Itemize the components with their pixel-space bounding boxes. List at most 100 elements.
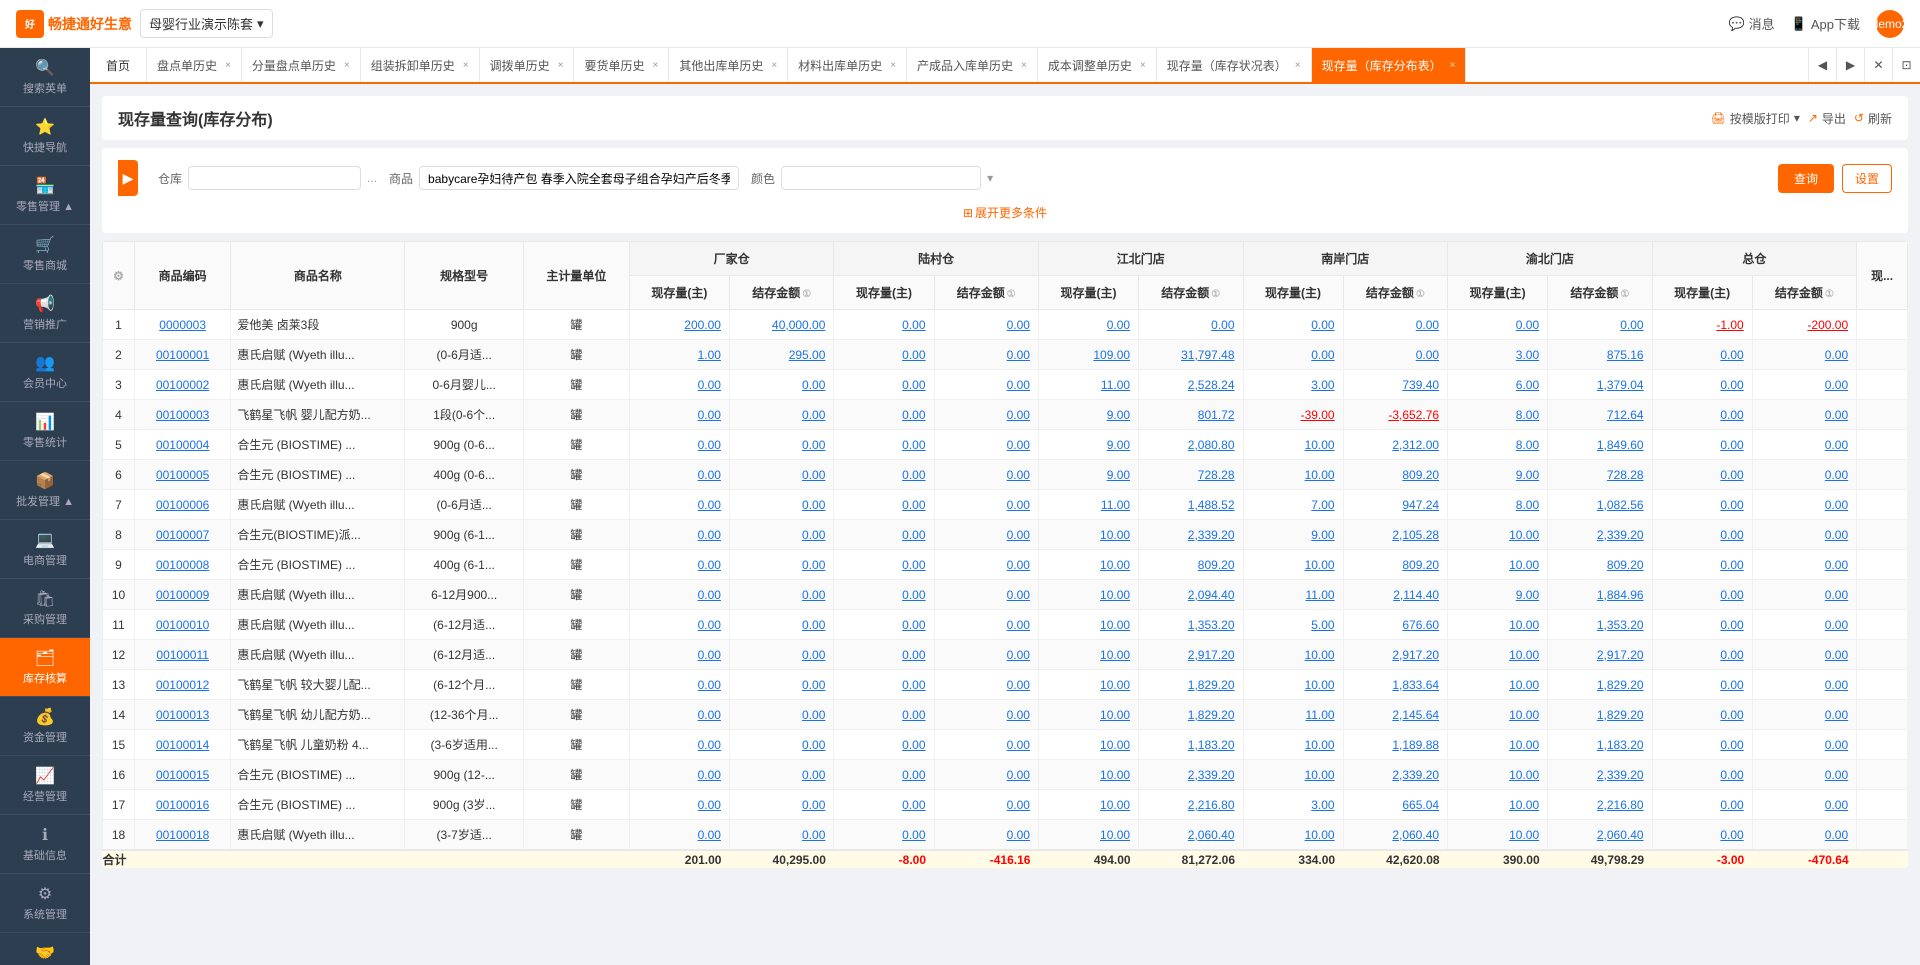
tab-close-7[interactable]: ×: [890, 60, 896, 71]
cell-val-7: 0.00: [834, 670, 934, 700]
cell-code[interactable]: 00100015: [135, 760, 231, 790]
cell-val-6: 40,000.00: [729, 310, 833, 340]
info-icon-4[interactable]: ①: [1416, 289, 1425, 300]
warehouse-field: 仓库 ...: [158, 166, 377, 190]
cell-name: 惠氏启赋 (Wyeth illu...: [231, 640, 405, 670]
sidebar-item-operations[interactable]: 📈 经营管理: [0, 756, 90, 815]
warehouse-input[interactable]: [188, 166, 361, 190]
tab-close-all-btn[interactable]: ✕: [1864, 48, 1892, 83]
gear-icon[interactable]: ⚙: [113, 269, 124, 283]
tab-next-btn[interactable]: ▶: [1836, 48, 1864, 83]
sidebar-item-wholesale[interactable]: 📦 批发管理 ▲: [0, 461, 90, 520]
sidebar-item-finance[interactable]: 💰 资金管理: [0, 697, 90, 756]
app-download-btn[interactable]: 📱 App下载: [1791, 14, 1860, 33]
tab-6[interactable]: 其他出库单历史 ×: [669, 48, 788, 83]
color-dropdown-icon[interactable]: ▾: [987, 171, 993, 185]
search-button[interactable]: 查询: [1778, 164, 1834, 193]
expand-btn[interactable]: ⊞ 展开更多条件: [963, 204, 1047, 221]
sidebar-item-retail-mgmt[interactable]: 🏪 零售管理 ▲: [0, 166, 90, 225]
tab-close-8[interactable]: ×: [1021, 60, 1027, 71]
export-icon: ↗: [1808, 111, 1818, 125]
cell-code[interactable]: 00100004: [135, 430, 231, 460]
tab-close-4[interactable]: ×: [558, 60, 564, 71]
cell-code[interactable]: 00100005: [135, 460, 231, 490]
cell-code[interactable]: 00100012: [135, 670, 231, 700]
cell-code[interactable]: 00100010: [135, 610, 231, 640]
tab-3[interactable]: 组装拆卸单历史 ×: [361, 48, 480, 83]
sidebar-item-purchase[interactable]: 🛍 采购管理: [0, 579, 90, 638]
user-profile[interactable]: demo2: [1876, 10, 1904, 38]
tab-10[interactable]: 现存量（库存状况表） ×: [1157, 48, 1312, 83]
message-btn[interactable]: 💬 消息: [1728, 14, 1774, 33]
cell-val-8: 0.00: [934, 580, 1038, 610]
tab-home[interactable]: 首页: [90, 48, 147, 83]
cell-name: 合生元 (BIOSTIME) ...: [231, 430, 405, 460]
cell-val-16: 0.00: [1752, 730, 1856, 760]
info-icon-2[interactable]: ①: [1007, 289, 1016, 300]
tab-8[interactable]: 产成品入库单历史 ×: [907, 48, 1038, 83]
sidebar-item-store[interactable]: 🛒 零售商城: [0, 225, 90, 284]
th-yubei-amount: 结存金额①: [1548, 276, 1652, 310]
cell-code[interactable]: 00100018: [135, 820, 231, 851]
cell-code[interactable]: 00100011: [135, 640, 231, 670]
cell-val-5: 0.00: [629, 760, 729, 790]
sidebar-item-collab[interactable]: 🤝 企业协同: [0, 933, 90, 965]
info-icon-3[interactable]: ①: [1211, 289, 1220, 300]
sidebar-label-wholesale: 批发管理 ▲: [16, 493, 74, 509]
sidebar-item-system[interactable]: ⚙ 系统管理: [0, 874, 90, 933]
cell-code[interactable]: 00100008: [135, 550, 231, 580]
cell-code[interactable]: 00100003: [135, 400, 231, 430]
sidebar-item-basic-info[interactable]: ℹ 基础信息: [0, 815, 90, 874]
sidebar-item-nav[interactable]: ⭐ 快捷导航: [0, 107, 90, 166]
cell-code[interactable]: 00100013: [135, 700, 231, 730]
tab-close-5[interactable]: ×: [652, 60, 658, 71]
goods-input[interactable]: [419, 166, 739, 190]
tab-11[interactable]: 现存量（库存分布表） ×: [1312, 48, 1467, 83]
cell-code[interactable]: 0000003: [135, 310, 231, 340]
color-input[interactable]: [781, 166, 981, 190]
tab-close-10[interactable]: ×: [1295, 60, 1301, 71]
cell-code[interactable]: 00100002: [135, 370, 231, 400]
info-icon-1[interactable]: ①: [802, 289, 811, 300]
cell-code[interactable]: 00100006: [135, 490, 231, 520]
sidebar-item-search[interactable]: 🔍 搜索英单: [0, 48, 90, 107]
cell-index: 13: [103, 670, 135, 700]
sidebar-item-retail-stats[interactable]: 📊 零售统计: [0, 402, 90, 461]
cell-val-14: 728.28: [1548, 460, 1652, 490]
btn-refresh[interactable]: ↺ 刷新: [1854, 110, 1892, 127]
tab-close-9[interactable]: ×: [1140, 60, 1146, 71]
th-gear[interactable]: ⚙: [103, 242, 135, 310]
cell-code[interactable]: 00100016: [135, 790, 231, 820]
info-icon-5[interactable]: ①: [1620, 289, 1629, 300]
tab-prev-btn[interactable]: ◀: [1808, 48, 1836, 83]
tab-close-2[interactable]: ×: [344, 60, 350, 71]
tab-5[interactable]: 要货单历史 ×: [574, 48, 669, 83]
cell-val-15: 0.00: [1652, 640, 1752, 670]
tab-close-3[interactable]: ×: [463, 60, 469, 71]
tab-close-6[interactable]: ×: [771, 60, 777, 71]
setting-button[interactable]: 设置: [1842, 164, 1892, 193]
btn-export[interactable]: ↗ 导出: [1808, 110, 1846, 127]
sidebar-item-members[interactable]: 👥 会员中心: [0, 343, 90, 402]
tab-7[interactable]: 材料出库单历史 ×: [788, 48, 907, 83]
btn-print[interactable]: 🖨 按模版打印 ▾: [1711, 110, 1800, 127]
sidebar-item-inventory[interactable]: 🗂 库存核算: [0, 638, 90, 697]
tab-expand-btn[interactable]: ⊡: [1892, 48, 1920, 83]
tab-4[interactable]: 调拨单历史 ×: [480, 48, 575, 83]
cell-code[interactable]: 00100007: [135, 520, 231, 550]
tab-close-11[interactable]: ×: [1450, 60, 1456, 71]
sidebar-item-ecommerce[interactable]: 💻 电商管理: [0, 520, 90, 579]
cell-code[interactable]: 00100009: [135, 580, 231, 610]
info-icon-6[interactable]: ①: [1825, 289, 1834, 300]
warehouse-more-icon[interactable]: ...: [367, 171, 377, 185]
app-selector[interactable]: 母婴行业演示陈套 ▾: [140, 9, 273, 38]
table-row: 300100002惠氏启赋 (Wyeth illu...0-6月婴儿...罐0.…: [103, 370, 1908, 400]
tab-2[interactable]: 分量盘点单历史 ×: [242, 48, 361, 83]
tab-1[interactable]: 盘点单历史 ×: [147, 48, 242, 83]
sidebar-item-marketing[interactable]: 📢 营销推广: [0, 284, 90, 343]
cell-code[interactable]: 00100014: [135, 730, 231, 760]
cell-code[interactable]: 00100001: [135, 340, 231, 370]
toggle-arrow[interactable]: ▶: [118, 160, 138, 196]
tab-close-1[interactable]: ×: [225, 60, 231, 71]
tab-9[interactable]: 成本调整单历史 ×: [1038, 48, 1157, 83]
